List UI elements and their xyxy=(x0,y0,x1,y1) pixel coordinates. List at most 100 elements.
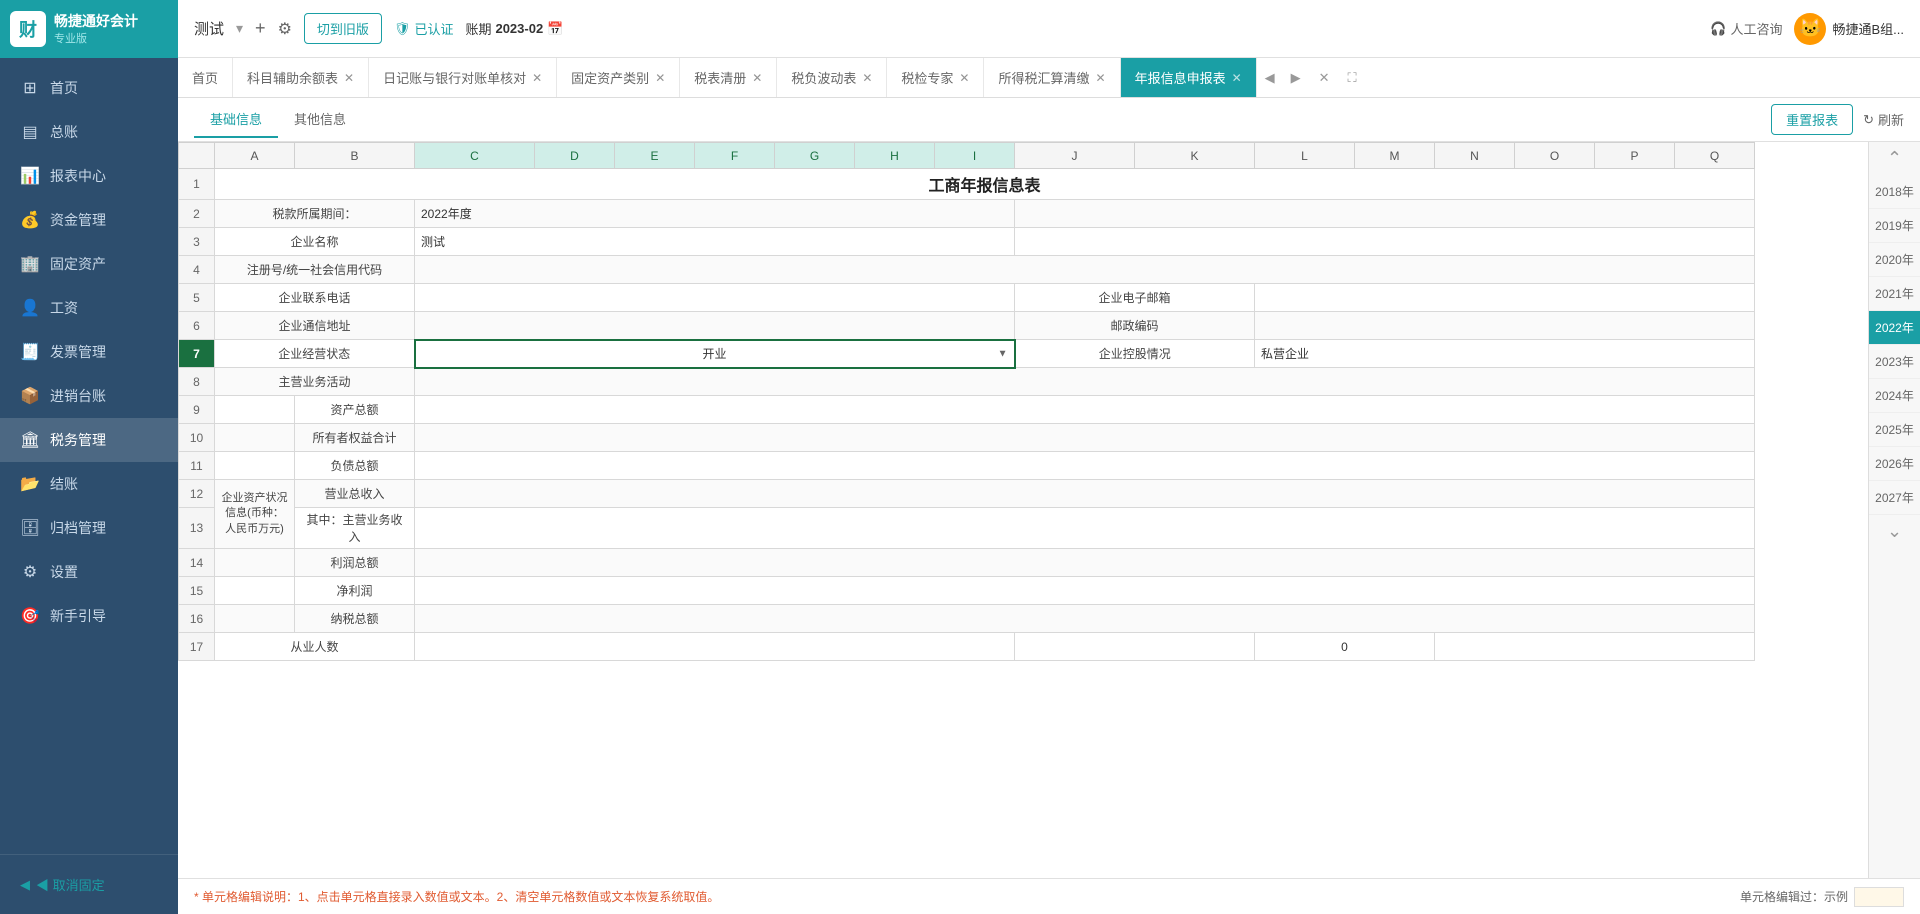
year-panel-down-button[interactable]: ⌄ xyxy=(1869,515,1920,548)
sidebar-item-guide[interactable]: 🎯 新手引导 xyxy=(0,594,178,638)
cell-business-value[interactable] xyxy=(415,368,1755,396)
cell-employees-zero[interactable]: 0 xyxy=(1255,633,1435,661)
year-item-2023[interactable]: 2023年 xyxy=(1869,345,1920,379)
tab-close-icon[interactable]: ✕ xyxy=(959,71,969,85)
sidebar-item-ledger[interactable]: ▤ 总账 xyxy=(0,110,178,154)
year-item-2019[interactable]: 2019年 xyxy=(1869,209,1920,243)
sidebar-item-archive[interactable]: 🗄 归档管理 xyxy=(0,506,178,550)
tab-annual-report[interactable]: 年报信息申报表 ✕ xyxy=(1121,58,1257,97)
cell-equity-value[interactable] xyxy=(415,424,1755,452)
sidebar-item-settings[interactable]: ⚙ 设置 xyxy=(0,550,178,594)
switch-version-button[interactable]: 切到旧版 xyxy=(304,13,382,44)
tab-tax-wave[interactable]: 税负波动表 ✕ xyxy=(777,58,887,97)
cell-group-spacer xyxy=(215,605,295,633)
cell-empty[interactable] xyxy=(1015,633,1255,661)
tab-fixed-asset-type[interactable]: 固定资产类别 ✕ xyxy=(557,58,680,97)
col-header-g: G xyxy=(775,143,855,169)
cell-net-profit-value[interactable] xyxy=(415,577,1755,605)
tab-label: 税表清册 xyxy=(694,68,746,87)
tab-subject[interactable]: 科目辅助余额表 ✕ xyxy=(233,58,369,97)
table-row: 15 净利润 xyxy=(179,577,1755,605)
cell-regnum-label: 注册号/统一社会信用代码 xyxy=(215,256,415,284)
year-item-2018[interactable]: 2018年 xyxy=(1869,175,1920,209)
col-header-rownum xyxy=(179,143,215,169)
user-menu[interactable]: 🐱 畅捷通B组... xyxy=(1794,13,1904,45)
sidebar-item-reports[interactable]: 📊 报表中心 xyxy=(0,154,178,198)
calendar-icon[interactable]: 📅 xyxy=(547,21,563,37)
cell-regnum-value[interactable] xyxy=(415,256,1755,284)
table-row: 12 企业资产状况信息(币种：人民币万元) 营业总收入 xyxy=(179,480,1755,508)
tab-close-icon[interactable]: ✕ xyxy=(1096,71,1106,85)
sidebar-item-closing[interactable]: 📂 结账 xyxy=(0,462,178,506)
year-panel-up-button[interactable]: ⌃ xyxy=(1869,142,1920,175)
sidebar-pin-button[interactable]: ◀ ◀ 取消固定 xyxy=(0,865,178,904)
cell-employees-value[interactable] xyxy=(415,633,1015,661)
cell-empty[interactable] xyxy=(1435,633,1755,661)
year-item-2027[interactable]: 2027年 xyxy=(1869,481,1920,515)
cell-profit-value[interactable] xyxy=(415,549,1755,577)
refresh-button[interactable]: ↻ 刷新 xyxy=(1863,110,1904,129)
col-header-c: C xyxy=(415,143,535,169)
year-item-2020[interactable]: 2020年 xyxy=(1869,243,1920,277)
cell-tax-total-value[interactable] xyxy=(415,605,1755,633)
tab-close-icon[interactable]: ✕ xyxy=(862,71,872,85)
logo-text: 畅捷通好会计 xyxy=(54,12,138,30)
cell-main-revenue-value[interactable] xyxy=(415,508,1755,549)
year-item-2022[interactable]: 2022年 xyxy=(1869,311,1920,345)
tab-close-icon[interactable]: ✕ xyxy=(752,71,762,85)
tab-close-icon[interactable]: ✕ xyxy=(532,71,542,85)
year-item-2024[interactable]: 2024年 xyxy=(1869,379,1920,413)
topbar-dropdown-arrow[interactable]: ▾ xyxy=(236,20,243,37)
home-icon: ⊞ xyxy=(20,78,40,98)
sidebar-item-tax[interactable]: 🏛 税务管理 xyxy=(0,418,178,462)
tab-label: 年报信息申报表 xyxy=(1135,68,1226,87)
subtab-basic-info[interactable]: 基础信息 xyxy=(194,101,278,138)
cell-company-value[interactable]: 测试 xyxy=(415,228,1015,256)
tab-tax-check[interactable]: 税检专家 ✕ xyxy=(887,58,984,97)
cell-email-value[interactable] xyxy=(1255,284,1755,312)
cell-period-value[interactable]: 2022年度 xyxy=(415,200,1015,228)
tab-tax-list[interactable]: 税表清册 ✕ xyxy=(680,58,777,97)
cell-holding-value[interactable]: 私营企业 xyxy=(1255,340,1755,368)
cell-revenue-value[interactable] xyxy=(415,480,1755,508)
tab-expand-button[interactable]: ⛶ xyxy=(1340,58,1365,97)
spreadsheet-wrapper[interactable]: A B C D E F G H I J xyxy=(178,142,1868,878)
sheet-title-cell[interactable]: 工商年报信息表 xyxy=(215,169,1755,200)
topbar-settings-button[interactable]: ⚙ xyxy=(278,19,292,39)
cell-postcode-value[interactable] xyxy=(1255,312,1755,340)
sidebar-item-invoice[interactable]: 🧾 发票管理 xyxy=(0,330,178,374)
sidebar-item-assets[interactable]: 🏢 固定资产 xyxy=(0,242,178,286)
reset-report-button[interactable]: 重置报表 xyxy=(1771,104,1853,135)
cell-asset-value[interactable] xyxy=(415,396,1755,424)
sidebar-item-salary[interactable]: 👤 工资 xyxy=(0,286,178,330)
tab-income-tax[interactable]: 所得税汇算清缴 ✕ xyxy=(984,58,1120,97)
cell-liability-value[interactable] xyxy=(415,452,1755,480)
tab-prev-button[interactable]: ◀ xyxy=(1257,58,1283,97)
year-item-2021[interactable]: 2021年 xyxy=(1869,277,1920,311)
tab-next-button[interactable]: ▶ xyxy=(1283,58,1309,97)
footer: * 单元格编辑说明：1、点击单元格直接录入数值或文本。2、清空单元格数值或文本恢… xyxy=(178,878,1920,914)
cell-empty[interactable] xyxy=(1015,200,1755,228)
year-item-2026[interactable]: 2026年 xyxy=(1869,447,1920,481)
year-item-2025[interactable]: 2025年 xyxy=(1869,413,1920,447)
sidebar-item-home[interactable]: ⊞ 首页 xyxy=(0,66,178,110)
subtab-other-info[interactable]: 其他信息 xyxy=(278,101,362,138)
tab-close-all-button[interactable]: ✕ xyxy=(1309,58,1340,97)
cell-liability-label: 负债总额 xyxy=(295,452,415,480)
tab-home[interactable]: 首页 xyxy=(178,58,233,97)
cell-empty[interactable] xyxy=(1015,228,1755,256)
tab-close-icon[interactable]: ✕ xyxy=(655,71,665,85)
topbar-add-button[interactable]: + xyxy=(255,18,266,39)
cell-status-dropdown[interactable]: 开业 ▼ xyxy=(415,340,1015,368)
tab-close-icon[interactable]: ✕ xyxy=(1232,71,1242,85)
sidebar-logo: 财 畅捷通好会计 专业版 xyxy=(0,0,178,58)
sidebar-item-inventory[interactable]: 📦 进销台账 xyxy=(0,374,178,418)
cell-phone-value[interactable] xyxy=(415,284,1015,312)
tab-close-icon[interactable]: ✕ xyxy=(344,71,354,85)
cell-address-value[interactable] xyxy=(415,312,1015,340)
sidebar-item-funds[interactable]: 💰 资金管理 xyxy=(0,198,178,242)
tab-journal[interactable]: 日记账与银行对账单核对 ✕ xyxy=(369,58,557,97)
col-header-e: E xyxy=(615,143,695,169)
service-button[interactable]: 🎧 人工咨询 xyxy=(1710,19,1782,38)
funds-icon: 💰 xyxy=(20,210,40,230)
